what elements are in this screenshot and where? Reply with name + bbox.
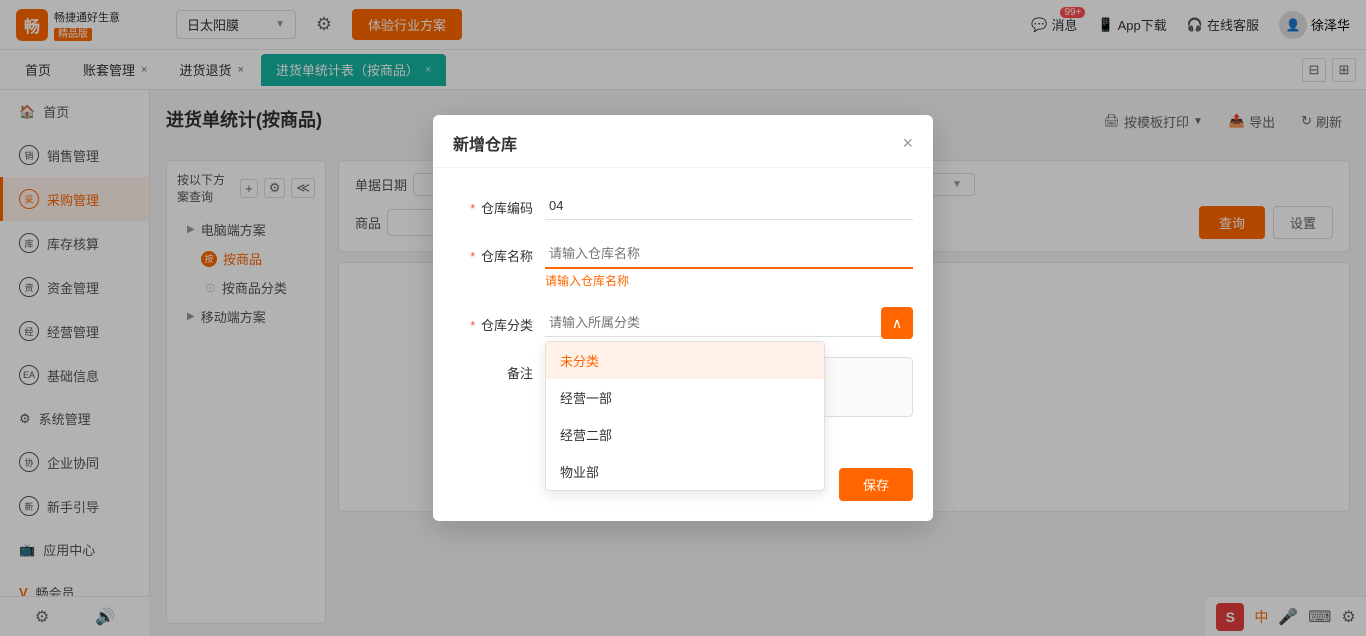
category-option-unclassified[interactable]: 未分类: [546, 342, 824, 379]
modal-overlay[interactable]: 新增仓库 × * 仓库编码 * 仓库名称: [0, 0, 1366, 636]
warehouse-category-dropdown-wrap: ∧: [545, 309, 913, 337]
warehouse-name-row: * 仓库名称 请输入仓库名称: [453, 240, 913, 289]
warehouse-category-row: * 仓库分类 ∧ 未分类 经营一部 经营二部 物业部: [453, 309, 913, 337]
dialog-header: 新增仓库 ×: [433, 115, 933, 168]
category-dropdown-list: 未分类 经营一部 经营二部 物业部: [545, 341, 825, 491]
warehouse-name-input-wrap: 请输入仓库名称: [545, 240, 913, 289]
required-star-3: *: [470, 318, 475, 333]
category-option-dept1[interactable]: 经营一部: [546, 379, 824, 416]
dialog-body: * 仓库编码 * 仓库名称 请输入仓库名称: [433, 168, 933, 456]
warehouse-code-input-wrap: [545, 192, 913, 220]
required-star-2: *: [470, 249, 475, 264]
warehouse-code-label: * 仓库编码: [453, 192, 533, 217]
save-button[interactable]: 保存: [839, 468, 913, 501]
dropdown-toggle-button[interactable]: ∧: [881, 307, 913, 339]
warehouse-category-label: * 仓库分类: [453, 309, 533, 334]
dialog-title: 新增仓库: [453, 131, 517, 155]
warehouse-code-input[interactable]: [545, 192, 913, 220]
warehouse-category-input-wrap: ∧: [545, 309, 913, 337]
warehouse-category-input[interactable]: [545, 309, 913, 336]
chevron-up-icon: ∧: [892, 315, 902, 332]
remark-label: 备注: [453, 357, 533, 382]
warehouse-dialog: 新增仓库 × * 仓库编码 * 仓库名称: [433, 115, 933, 521]
category-option-dept2[interactable]: 经营二部: [546, 416, 824, 453]
dialog-close-button[interactable]: ×: [902, 134, 913, 152]
warehouse-code-row: * 仓库编码: [453, 192, 913, 220]
warehouse-name-label: * 仓库名称: [453, 240, 533, 265]
warehouse-name-input[interactable]: [545, 240, 913, 269]
category-option-property[interactable]: 物业部: [546, 453, 824, 490]
required-star-1: *: [470, 201, 475, 216]
warehouse-name-error: 请输入仓库名称: [545, 272, 913, 289]
